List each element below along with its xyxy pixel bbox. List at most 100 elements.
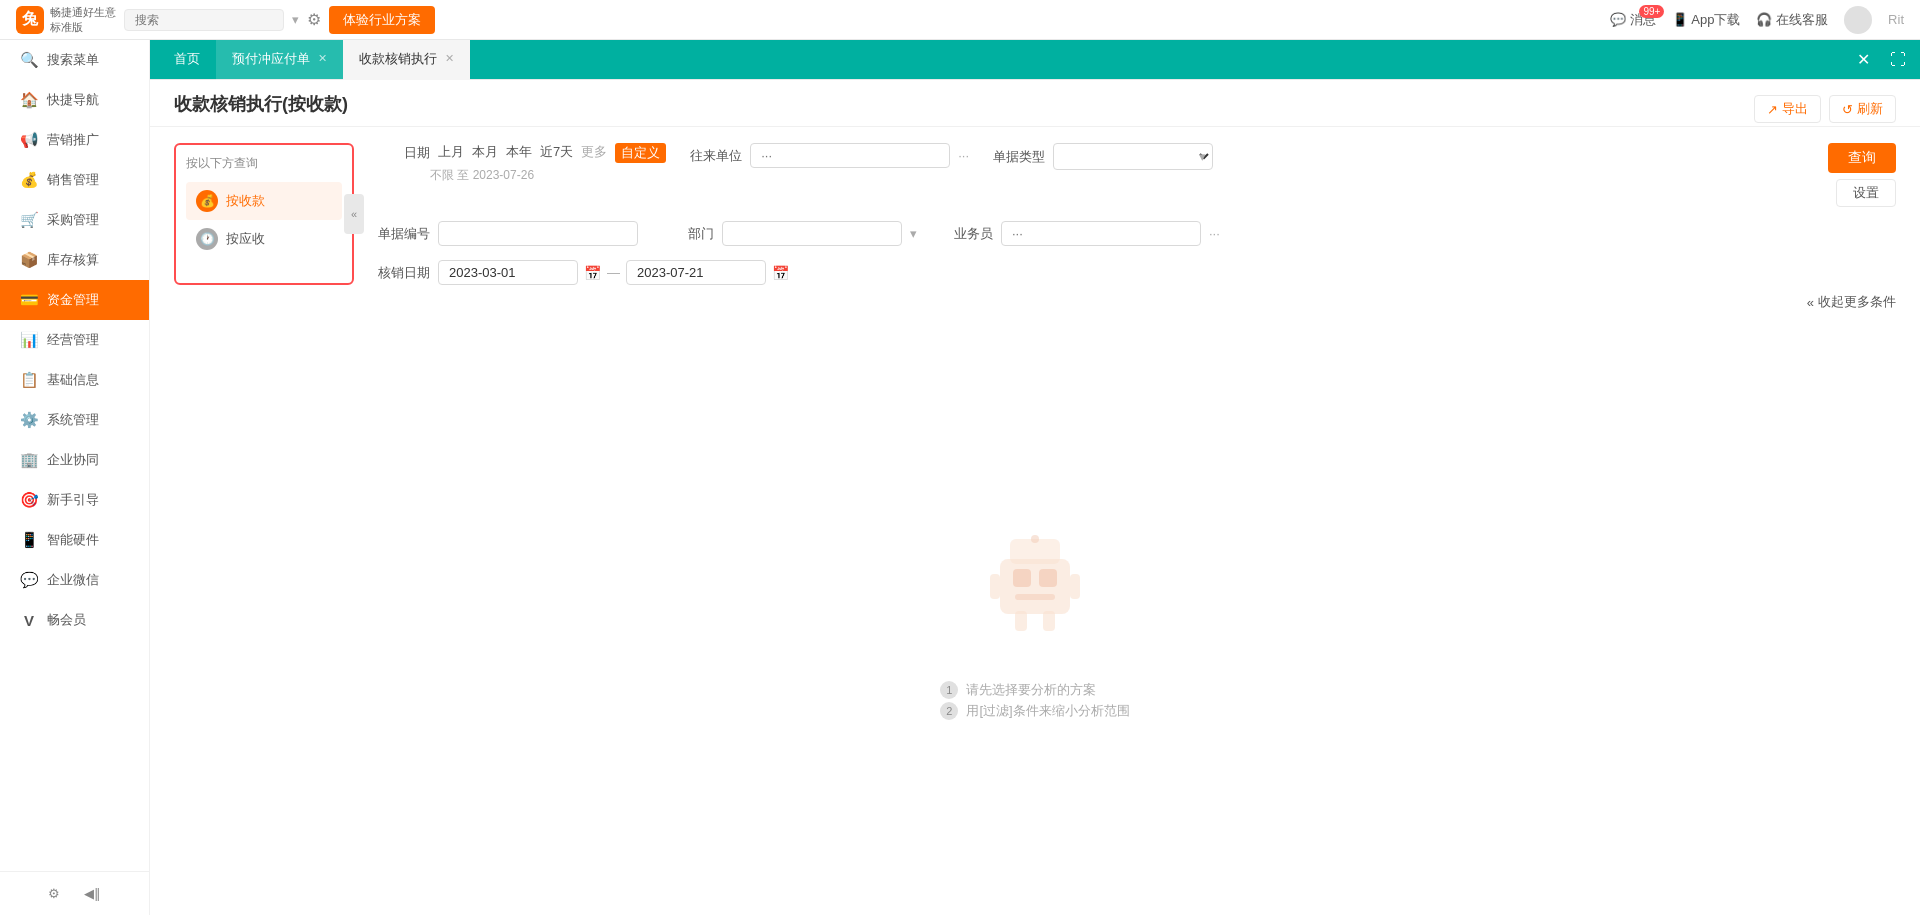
sidebar-item-vip[interactable]: V 畅会员	[0, 600, 149, 640]
date-links: 上月 本月 本年 近7天 更多 自定义	[438, 143, 666, 163]
department-input[interactable]	[722, 221, 902, 246]
receivable-option-label: 按应收	[226, 230, 265, 248]
voucher-type-filter: 单据类型 ▾	[985, 143, 1206, 170]
sidebar-item-search-menu[interactable]: 🔍 搜索菜单	[0, 40, 149, 80]
voucher-number-filter: 单据编号	[370, 221, 638, 246]
date-link-custom[interactable]: 自定义	[615, 143, 666, 163]
step-num-1: 1	[940, 681, 958, 699]
staff-input[interactable]	[1001, 221, 1201, 246]
message-icon: 💬	[1610, 12, 1626, 27]
date-link-more[interactable]: 更多	[581, 143, 607, 163]
sidebar-item-enterprise-collab[interactable]: 🏢 企业协同	[0, 440, 149, 480]
sidebar-label-system: 系统管理	[47, 411, 99, 429]
empty-step-2: 2 用[过滤]条件来缩小分析范围	[940, 702, 1129, 720]
sidebar-bottom: ⚙ ◀‖	[0, 871, 149, 915]
tab-close-prepayment[interactable]: ✕	[318, 52, 327, 65]
date-link-this-year[interactable]: 本年	[506, 143, 532, 163]
sidebar-item-enterprise-wechat[interactable]: 💬 企业微信	[0, 560, 149, 600]
sidebar-item-marketing[interactable]: 📢 营销推广	[0, 120, 149, 160]
collapse-more-icon: «	[1807, 295, 1814, 310]
sidebar-item-system[interactable]: ⚙️ 系统管理	[0, 400, 149, 440]
page-area: 收款核销执行(按收款) ↗ 导出 ↺ 刷新	[150, 80, 1920, 915]
sidebar-item-quick-nav[interactable]: 🏠 快捷导航	[0, 80, 149, 120]
sidebar-label-quick-nav: 快捷导航	[47, 91, 99, 109]
industry-btn[interactable]: 体验行业方案	[329, 6, 435, 34]
logo: 兔 畅捷通好生意 标准版	[16, 5, 116, 34]
export-btn[interactable]: ↗ 导出	[1754, 95, 1821, 123]
voucher-number-input[interactable]	[438, 221, 638, 246]
empty-state: 1 请先选择要分析的方案 2 用[过滤]条件来缩小分析范围	[150, 327, 1920, 915]
top-bar: 兔 畅捷通好生意 标准版 ▾ ⚙ 体验行业方案 💬 消息 99+ 📱 App下载…	[0, 0, 1920, 40]
sidebar-label-operations: 经营管理	[47, 331, 99, 349]
beginner-icon: 🎯	[19, 491, 39, 509]
tab-prepayment[interactable]: 预付冲应付单 ✕	[216, 40, 343, 80]
search-dropdown-icon[interactable]: ▾	[292, 12, 299, 27]
query-btn[interactable]: 查询	[1828, 143, 1896, 173]
empty-steps: 1 请先选择要分析的方案 2 用[过滤]条件来缩小分析范围	[940, 678, 1129, 723]
verify-date-end-input[interactable]	[626, 260, 766, 285]
online-service-btn[interactable]: 🎧 在线客服	[1756, 11, 1828, 29]
enterprise-collab-icon: 🏢	[19, 451, 39, 469]
date-link-last-month[interactable]: 上月	[438, 143, 464, 163]
date-link-7days[interactable]: 近7天	[540, 143, 573, 163]
department-filter: 部门 ▾	[654, 221, 917, 246]
top-bar-right: 💬 消息 99+ 📱 App下载 🎧 在线客服 Rit	[1610, 6, 1904, 34]
tab-close-receipt-verify[interactable]: ✕	[445, 52, 454, 65]
search-input[interactable]	[124, 9, 284, 31]
svg-rect-2	[1039, 569, 1057, 587]
fullscreen-btn[interactable]: ⛶	[1884, 47, 1912, 73]
department-dropdown-icon[interactable]: ▾	[910, 226, 917, 241]
settings-bottom-icon[interactable]: ⚙	[40, 882, 68, 905]
close-all-tabs-btn[interactable]: ✕	[1851, 46, 1876, 73]
svg-rect-4	[990, 574, 1000, 599]
sidebar-item-basic-info[interactable]: 📋 基础信息	[0, 360, 149, 400]
counterpart-input[interactable]	[750, 143, 950, 168]
svg-rect-0	[1000, 559, 1070, 614]
empty-step-1: 1 请先选择要分析的方案	[940, 681, 1129, 699]
tab-receipt-verify[interactable]: 收款核销执行 ✕	[343, 40, 470, 80]
voucher-type-select[interactable]	[1053, 143, 1213, 170]
logo-text: 畅捷通好生意 标准版	[50, 5, 116, 34]
verify-date-end-calendar[interactable]: 📅	[772, 265, 789, 281]
sidebar-item-smart-hardware[interactable]: 📱 智能硬件	[0, 520, 149, 560]
staff-more-icon[interactable]: ···	[1209, 226, 1220, 241]
verify-date-start-input[interactable]	[438, 260, 578, 285]
filter-option-by-receipt[interactable]: 💰 按收款	[186, 182, 342, 220]
logo-icon: 兔	[16, 6, 44, 34]
collapse-more-btn[interactable]: « 收起更多条件	[1807, 293, 1896, 311]
date-link-this-month[interactable]: 本月	[472, 143, 498, 163]
sidebar-item-funds[interactable]: 💳 资金管理	[0, 280, 149, 320]
user-avatar[interactable]	[1844, 6, 1872, 34]
tab-home[interactable]: 首页	[158, 40, 216, 80]
counterpart-more-icon[interactable]: ···	[958, 148, 969, 163]
filter-sidebar-collapse-btn[interactable]: «	[344, 194, 364, 234]
settings-icon[interactable]: ⚙	[307, 10, 321, 29]
filter-sidebar: 按以下方查询 💰 按收款 🕐 按应收 «	[174, 143, 354, 285]
basic-info-icon: 📋	[19, 371, 39, 389]
verify-date-label: 核销日期	[370, 264, 430, 282]
counterpart-label: 往来单位	[682, 147, 742, 165]
sidebar-item-purchase[interactable]: 🛒 采购管理	[0, 200, 149, 240]
filter-option-by-receivable[interactable]: 🕐 按应收	[186, 220, 342, 258]
page-header: 收款核销执行(按收款) ↗ 导出 ↺ 刷新	[150, 80, 1920, 127]
staff-filter: 业务员 ···	[933, 221, 1220, 246]
sidebar-item-inventory[interactable]: 📦 库存核算	[0, 240, 149, 280]
sidebar-item-sales[interactable]: 💰 销售管理	[0, 160, 149, 200]
verify-date-start-calendar[interactable]: 📅	[584, 265, 601, 281]
sidebar-label-basic-info: 基础信息	[47, 371, 99, 389]
sidebar-label-beginner: 新手引导	[47, 491, 99, 509]
date-nolimit-text: 不限 至 2023-07-26	[430, 167, 666, 184]
app-download-btn[interactable]: 📱 App下载	[1672, 11, 1740, 29]
sidebar-label-marketing: 营销推广	[47, 131, 99, 149]
sidebar-label-purchase: 采购管理	[47, 211, 99, 229]
refresh-btn[interactable]: ↺ 刷新	[1829, 95, 1896, 123]
page-title-row: 收款核销执行(按收款) ↗ 导出 ↺ 刷新	[174, 92, 1896, 126]
sidebar-item-operations[interactable]: 📊 经营管理	[0, 320, 149, 360]
sidebar-item-beginner[interactable]: 🎯 新手引导	[0, 480, 149, 520]
message-btn[interactable]: 💬 消息 99+	[1610, 11, 1656, 29]
filter-sidebar-title: 按以下方查询	[186, 155, 342, 172]
svg-rect-3	[1015, 594, 1055, 600]
smart-hardware-icon: 📱	[19, 531, 39, 549]
collapse-sidebar-btn[interactable]: ◀‖	[76, 882, 109, 905]
setting-btn[interactable]: 设置	[1836, 179, 1896, 207]
